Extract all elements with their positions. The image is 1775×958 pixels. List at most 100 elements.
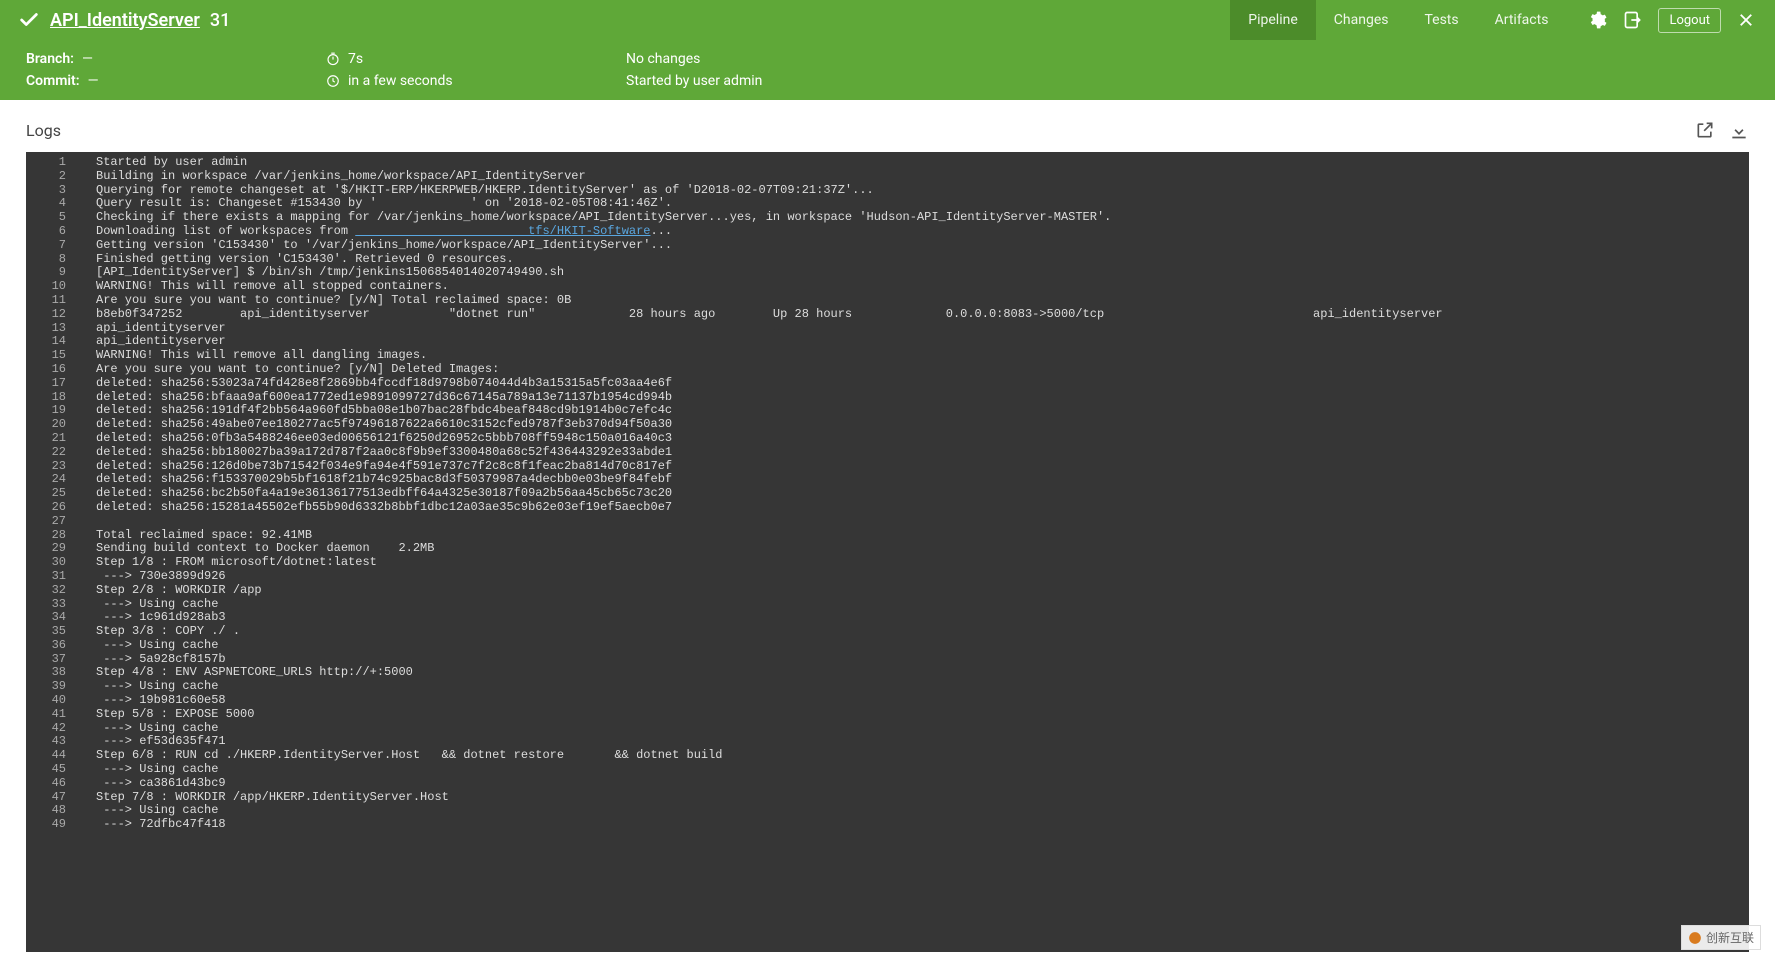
log-line: 29Sending build context to Docker daemon… bbox=[26, 542, 1749, 556]
line-content: ---> ca3861d43bc9 bbox=[82, 777, 226, 791]
line-number: 20 bbox=[26, 418, 82, 432]
log-line: 7Getting version 'C153430' to '/var/jenk… bbox=[26, 239, 1749, 253]
log-line: 40 ---> 19b981c60e58 bbox=[26, 694, 1749, 708]
line-content: WARNING! This will remove all dangling i… bbox=[82, 349, 427, 363]
log-line: 2Building in workspace /var/jenkins_home… bbox=[26, 170, 1749, 184]
download-icon[interactable] bbox=[1729, 120, 1749, 140]
logout-button[interactable]: Logout bbox=[1658, 8, 1721, 33]
breadcrumb-link[interactable]: API_IdentityServer bbox=[50, 10, 200, 31]
log-link[interactable]: tfs/HKIT-Software bbox=[355, 224, 650, 238]
line-number: 8 bbox=[26, 253, 82, 267]
watermark: 创新互联 bbox=[1681, 925, 1761, 950]
line-content: ---> Using cache bbox=[82, 680, 218, 694]
line-number: 45 bbox=[26, 763, 82, 777]
info-col-2: 7s in a few seconds bbox=[326, 51, 626, 89]
line-number: 21 bbox=[26, 432, 82, 446]
log-line: 31 ---> 730e3899d926 bbox=[26, 570, 1749, 584]
line-content: Are you sure you want to continue? [y/N]… bbox=[82, 363, 499, 377]
line-content: Started by user admin bbox=[82, 156, 247, 170]
line-content: deleted: sha256:49abe07ee180277ac5f97496… bbox=[82, 418, 672, 432]
line-number: 1 bbox=[26, 156, 82, 170]
line-content: deleted: sha256:15281a45502efb55b90d6332… bbox=[82, 501, 672, 515]
open-external-icon[interactable] bbox=[1695, 120, 1715, 140]
log-line: 8Finished getting version 'C153430'. Ret… bbox=[26, 253, 1749, 267]
line-content: ---> 5a928cf8157b bbox=[82, 653, 226, 667]
log-line: 42 ---> Using cache bbox=[26, 722, 1749, 736]
log-line: 47Step 7/8 : WORKDIR /app/HKERP.Identity… bbox=[26, 791, 1749, 805]
tab-tests[interactable]: Tests bbox=[1406, 0, 1476, 40]
log-line: 35Step 3/8 : COPY ./ . bbox=[26, 625, 1749, 639]
line-number: 25 bbox=[26, 487, 82, 501]
header-left: API_IdentityServer 31 bbox=[18, 9, 1230, 31]
line-number: 10 bbox=[26, 280, 82, 294]
log-line: 25deleted: sha256:bc2b50fa4a19e361361775… bbox=[26, 487, 1749, 501]
line-number: 29 bbox=[26, 542, 82, 556]
tab-changes[interactable]: Changes bbox=[1316, 0, 1407, 40]
header-actions: Logout bbox=[1586, 8, 1757, 33]
line-content: ---> Using cache bbox=[82, 639, 218, 653]
log-line: 33 ---> Using cache bbox=[26, 598, 1749, 612]
line-number: 34 bbox=[26, 611, 82, 625]
line-number: 27 bbox=[26, 515, 82, 529]
log-line: 1Started by user admin bbox=[26, 156, 1749, 170]
logs-section: Logs 1Started by user admin2Building in … bbox=[0, 100, 1775, 952]
line-number: 17 bbox=[26, 377, 82, 391]
line-number: 40 bbox=[26, 694, 82, 708]
line-number: 47 bbox=[26, 791, 82, 805]
line-content: Step 1/8 : FROM microsoft/dotnet:latest bbox=[82, 556, 377, 570]
line-number: 7 bbox=[26, 239, 82, 253]
line-content: api_identityserver bbox=[82, 322, 226, 336]
line-content: Query result is: Changeset #153430 by ' … bbox=[82, 197, 672, 211]
line-number: 37 bbox=[26, 653, 82, 667]
header-top: API_IdentityServer 31 Pipeline Changes T… bbox=[0, 0, 1775, 40]
line-content: Step 6/8 : RUN cd ./HKERP.IdentityServer… bbox=[82, 749, 723, 763]
tab-artifacts[interactable]: Artifacts bbox=[1477, 0, 1567, 40]
header-info: Branch: — Commit: — 7s in a few seconds bbox=[0, 40, 1775, 100]
line-content: api_identityserver bbox=[82, 335, 226, 349]
exit-icon[interactable] bbox=[1622, 9, 1644, 31]
line-content: deleted: sha256:0fb3a5488246ee03ed006561… bbox=[82, 432, 672, 446]
line-content: Step 7/8 : WORKDIR /app/HKERP.IdentitySe… bbox=[82, 791, 449, 805]
line-number: 43 bbox=[26, 735, 82, 749]
line-number: 18 bbox=[26, 391, 82, 405]
log-line: 13api_identityserver bbox=[26, 322, 1749, 336]
commit-row: Commit: — bbox=[26, 73, 326, 89]
log-line: 39 ---> Using cache bbox=[26, 680, 1749, 694]
line-content: ---> 1c961d928ab3 bbox=[82, 611, 226, 625]
line-number: 23 bbox=[26, 460, 82, 474]
log-line: 21deleted: sha256:0fb3a5488246ee03ed0065… bbox=[26, 432, 1749, 446]
line-content bbox=[82, 515, 96, 529]
line-number: 14 bbox=[26, 335, 82, 349]
log-line: 48 ---> Using cache bbox=[26, 804, 1749, 818]
log-line: 12b8eb0f347252 api_identityserver "dotne… bbox=[26, 308, 1749, 322]
line-content: deleted: sha256:191df4f2bb564a960fd5bba0… bbox=[82, 404, 672, 418]
watermark-text: 创新互联 bbox=[1706, 929, 1754, 946]
line-number: 28 bbox=[26, 529, 82, 543]
log-line: 10WARNING! This will remove all stopped … bbox=[26, 280, 1749, 294]
line-content: Sending build context to Docker daemon 2… bbox=[82, 542, 434, 556]
log-line: 36 ---> Using cache bbox=[26, 639, 1749, 653]
log-line: 49 ---> 72dfbc47f418 bbox=[26, 818, 1749, 832]
console-output[interactable]: 1Started by user admin2Building in works… bbox=[26, 152, 1749, 952]
info-col-1: Branch: — Commit: — bbox=[26, 51, 326, 89]
line-number: 2 bbox=[26, 170, 82, 184]
line-content: Downloading list of workspaces from tfs/… bbox=[82, 225, 672, 239]
gear-icon[interactable] bbox=[1586, 9, 1608, 31]
header: API_IdentityServer 31 Pipeline Changes T… bbox=[0, 0, 1775, 100]
log-line: 16Are you sure you want to continue? [y/… bbox=[26, 363, 1749, 377]
log-line: 17deleted: sha256:53023a74fd428e8f2869bb… bbox=[26, 377, 1749, 391]
line-content: ---> Using cache bbox=[82, 722, 218, 736]
changes-row: No changes bbox=[626, 51, 926, 67]
tab-pipeline[interactable]: Pipeline bbox=[1230, 0, 1316, 40]
line-content: ---> 730e3899d926 bbox=[82, 570, 226, 584]
log-line: 46 ---> ca3861d43bc9 bbox=[26, 777, 1749, 791]
log-line: 20deleted: sha256:49abe07ee180277ac5f974… bbox=[26, 418, 1749, 432]
close-icon[interactable] bbox=[1735, 9, 1757, 31]
log-line: 45 ---> Using cache bbox=[26, 763, 1749, 777]
line-number: 32 bbox=[26, 584, 82, 598]
log-line: 28Total reclaimed space: 92.41MB bbox=[26, 529, 1749, 543]
line-number: 24 bbox=[26, 473, 82, 487]
line-content: [API_IdentityServer] $ /bin/sh /tmp/jenk… bbox=[82, 266, 564, 280]
line-content: b8eb0f347252 api_identityserver "dotnet … bbox=[82, 308, 1443, 322]
line-number: 36 bbox=[26, 639, 82, 653]
